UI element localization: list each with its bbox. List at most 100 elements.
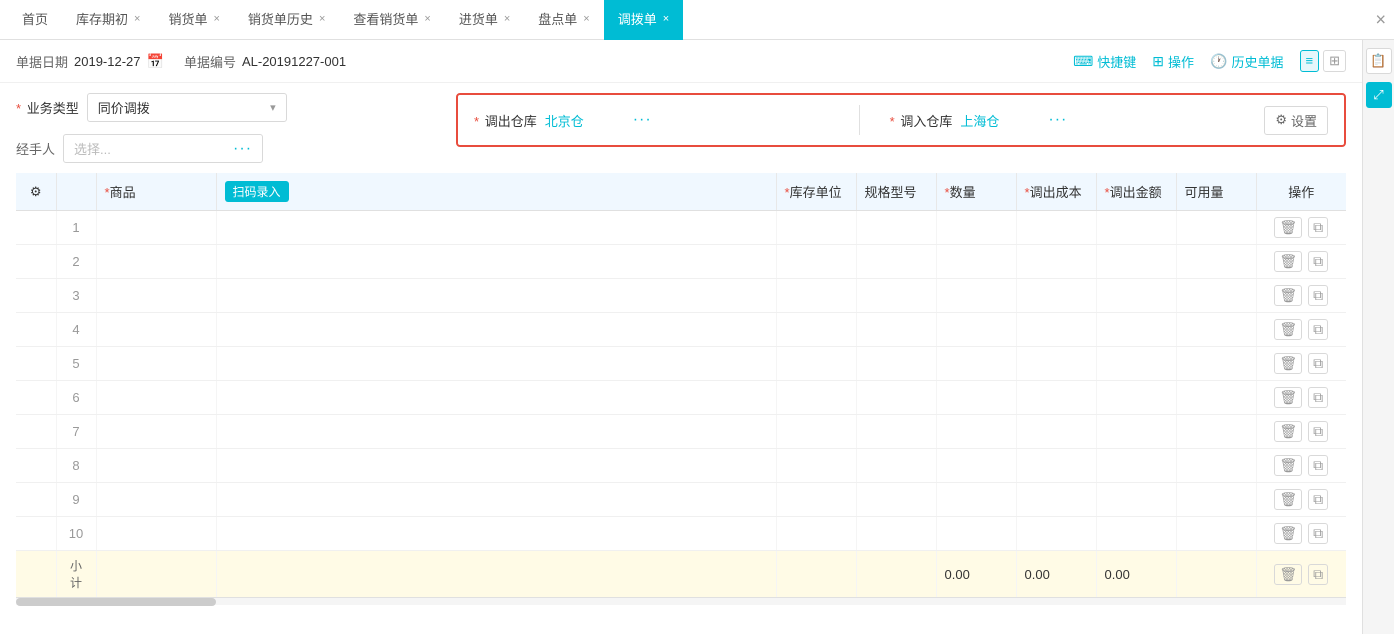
qty-cell[interactable]	[936, 517, 1016, 551]
scan-button[interactable]: 扫码录入	[225, 181, 289, 202]
spec-cell[interactable]	[856, 347, 936, 381]
copy-icon[interactable]: ⧉	[1308, 319, 1328, 340]
delete-icon[interactable]: 🗑	[1274, 353, 1302, 374]
qty-cell[interactable]	[936, 381, 1016, 415]
cost-cell[interactable]	[1016, 279, 1096, 313]
spec-cell[interactable]	[856, 381, 936, 415]
amount-cell[interactable]	[1096, 517, 1176, 551]
spec-cell[interactable]	[856, 483, 936, 517]
amount-cell[interactable]	[1096, 449, 1176, 483]
tab-sales-order[interactable]: 销货单 ×	[154, 0, 233, 40]
qty-cell[interactable]	[936, 483, 1016, 517]
unit-cell[interactable]	[776, 313, 856, 347]
copy-icon[interactable]: ⧉	[1308, 421, 1328, 442]
spec-cell[interactable]	[856, 211, 936, 245]
delete-icon[interactable]: 🗑	[1274, 523, 1302, 544]
cost-cell[interactable]	[1016, 245, 1096, 279]
unit-cell[interactable]	[776, 279, 856, 313]
amount-cell[interactable]	[1096, 279, 1176, 313]
amount-cell[interactable]	[1096, 415, 1176, 449]
tab-sales-history[interactable]: 销货单历史 ×	[234, 0, 339, 40]
unit-cell[interactable]	[776, 245, 856, 279]
tab-close-transfer-order[interactable]: ×	[663, 13, 669, 25]
amount-cell[interactable]	[1096, 483, 1176, 517]
th-settings[interactable]: ⚙	[16, 173, 56, 211]
unit-cell[interactable]	[776, 517, 856, 551]
amount-cell[interactable]	[1096, 313, 1176, 347]
product-cell[interactable]	[96, 279, 216, 313]
cost-cell[interactable]	[1016, 211, 1096, 245]
cost-cell[interactable]	[1016, 415, 1096, 449]
spec-cell[interactable]	[856, 279, 936, 313]
product-cell[interactable]	[96, 483, 216, 517]
amount-cell[interactable]	[1096, 211, 1176, 245]
amount-cell[interactable]	[1096, 347, 1176, 381]
tab-close-inventory-init[interactable]: ×	[134, 13, 140, 25]
tab-close-inventory-check[interactable]: ×	[583, 13, 589, 25]
tab-inventory-init[interactable]: 库存期初 ×	[62, 0, 154, 40]
operations-button[interactable]: ⊞ 操作	[1152, 52, 1194, 71]
close-all-tabs-button[interactable]: ×	[1375, 9, 1386, 30]
grid-view-button[interactable]: ⊞	[1323, 50, 1346, 72]
transfer-in-more-icon[interactable]: ···	[1048, 111, 1067, 129]
manager-select[interactable]: 选择... ···	[63, 134, 263, 163]
qty-cell[interactable]	[936, 245, 1016, 279]
date-value[interactable]: 2019-12-27	[74, 54, 141, 69]
delete-icon[interactable]: 🗑	[1274, 217, 1302, 238]
delete-icon[interactable]: 🗑	[1274, 319, 1302, 340]
product-cell[interactable]	[96, 313, 216, 347]
transfer-out-value[interactable]: 北京仓	[545, 111, 625, 130]
copy-icon[interactable]: ⧉	[1308, 387, 1328, 408]
unit-cell[interactable]	[776, 381, 856, 415]
more-icon[interactable]: ···	[233, 140, 252, 158]
transfer-in-value[interactable]: 上海仓	[960, 111, 1040, 130]
sidebar-expand-button[interactable]: ⤢	[1366, 82, 1392, 108]
unit-cell[interactable]	[776, 347, 856, 381]
copy-icon[interactable]: ⧉	[1308, 251, 1328, 272]
copy-icon[interactable]: ⧉	[1308, 523, 1328, 544]
delete-icon[interactable]: 🗑	[1274, 421, 1302, 442]
tab-close-purchase-order[interactable]: ×	[504, 13, 510, 25]
settings-button[interactable]: ⚙ 设置	[1264, 106, 1328, 135]
cost-cell[interactable]	[1016, 483, 1096, 517]
history-button[interactable]: 🕐 历史单据	[1210, 52, 1283, 71]
cost-cell[interactable]	[1016, 449, 1096, 483]
amount-cell[interactable]	[1096, 245, 1176, 279]
copy-icon[interactable]: ⧉	[1308, 353, 1328, 374]
transfer-out-more-icon[interactable]: ···	[633, 111, 652, 129]
product-cell[interactable]	[96, 211, 216, 245]
tab-transfer-order[interactable]: 调拨单 ×	[604, 0, 683, 40]
copy-icon[interactable]: ⧉	[1308, 217, 1328, 238]
cost-cell[interactable]	[1016, 313, 1096, 347]
product-cell[interactable]	[96, 449, 216, 483]
spec-cell[interactable]	[856, 313, 936, 347]
cost-cell[interactable]	[1016, 347, 1096, 381]
tab-view-sales[interactable]: 查看销货单 ×	[339, 0, 444, 40]
unit-cell[interactable]	[776, 211, 856, 245]
product-cell[interactable]	[96, 347, 216, 381]
unit-cell[interactable]	[776, 449, 856, 483]
unit-cell[interactable]	[776, 483, 856, 517]
delete-icon[interactable]: 🗑	[1274, 564, 1302, 585]
tab-inventory-check[interactable]: 盘点单 ×	[524, 0, 603, 40]
qty-cell[interactable]	[936, 279, 1016, 313]
qty-cell[interactable]	[936, 449, 1016, 483]
copy-icon[interactable]: ⧉	[1308, 564, 1328, 585]
product-cell[interactable]	[96, 517, 216, 551]
product-cell[interactable]	[96, 245, 216, 279]
delete-icon[interactable]: 🗑	[1274, 285, 1302, 306]
unit-cell[interactable]	[776, 415, 856, 449]
cost-cell[interactable]	[1016, 517, 1096, 551]
calendar-icon[interactable]: 📅	[147, 53, 164, 70]
list-view-button[interactable]: ≡	[1300, 50, 1320, 72]
qty-cell[interactable]	[936, 211, 1016, 245]
spec-cell[interactable]	[856, 517, 936, 551]
tab-close-sales-order[interactable]: ×	[213, 13, 219, 25]
tab-purchase-order[interactable]: 进货单 ×	[445, 0, 524, 40]
copy-icon[interactable]: ⧉	[1308, 285, 1328, 306]
delete-icon[interactable]: 🗑	[1274, 251, 1302, 272]
cost-cell[interactable]	[1016, 381, 1096, 415]
product-cell[interactable]	[96, 415, 216, 449]
qty-cell[interactable]	[936, 313, 1016, 347]
tab-close-sales-history[interactable]: ×	[319, 13, 325, 25]
